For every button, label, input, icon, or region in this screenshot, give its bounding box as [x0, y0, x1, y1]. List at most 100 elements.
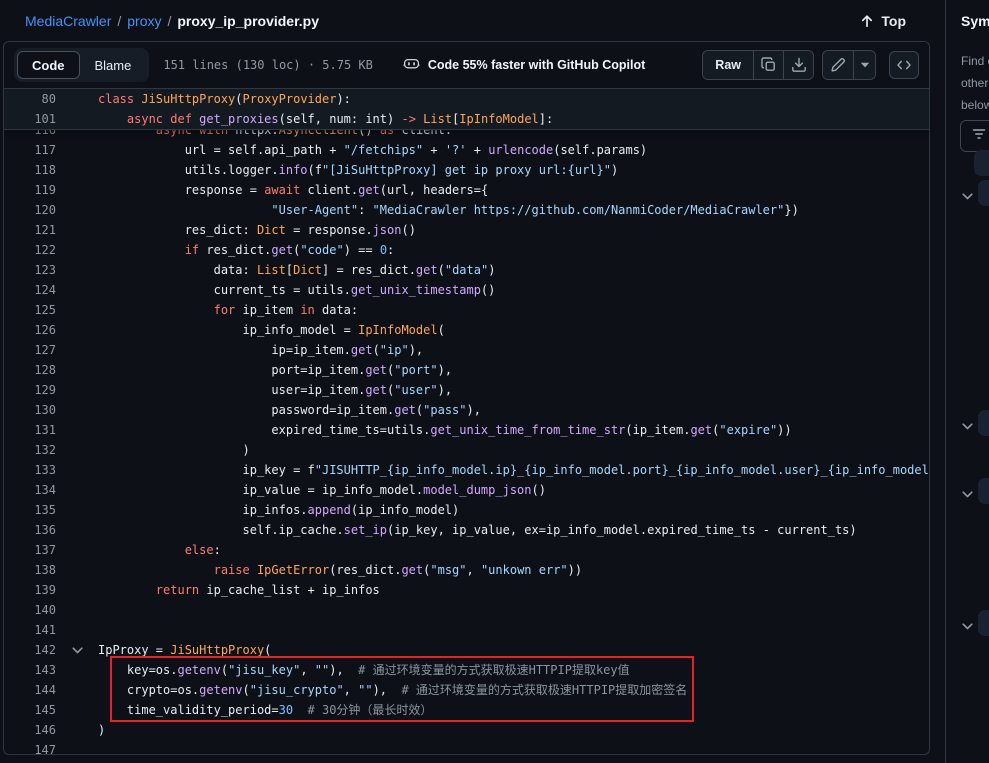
line-number[interactable]: 140 — [4, 600, 56, 620]
file-meta-text: 151 lines (130 loc) · 5.75 KB — [163, 58, 373, 72]
breadcrumb-repo-link[interactable]: MediaCrawler — [25, 13, 111, 29]
code-line: 120 "User-Agent": "MediaCrawler https://… — [4, 200, 929, 220]
gutter-spacer — [56, 540, 98, 560]
gutter-spacer — [56, 260, 98, 280]
code-blame-switcher: Code Blame — [14, 48, 149, 82]
code-line: 80 class JiSuHttpProxy(ProxyProvider): — [4, 89, 929, 109]
symbols-toggle-button[interactable] — [889, 51, 919, 79]
line-number[interactable]: 128 — [4, 360, 56, 380]
line-number[interactable]: 118 — [4, 160, 56, 180]
edit-file-button[interactable] — [823, 51, 853, 79]
download-raw-button[interactable] — [783, 51, 813, 79]
copilot-banner-link[interactable]: Code 55% faster with GitHub Copilot — [403, 56, 645, 75]
code-line: 146) — [4, 720, 929, 740]
line-number[interactable]: 122 — [4, 240, 56, 260]
scroll-to-top-button[interactable]: Top — [853, 9, 912, 33]
line-number[interactable]: 143 — [4, 660, 56, 680]
code-text: class JiSuHttpProxy(ProxyProvider): — [98, 89, 929, 109]
breadcrumb-dir-link[interactable]: proxy — [127, 13, 161, 29]
tab-code[interactable]: Code — [17, 51, 80, 79]
line-number[interactable]: 141 — [4, 620, 56, 640]
file-viewer: Code Blame 151 lines (130 loc) · 5.75 KB… — [3, 41, 930, 755]
symbol-tree-row[interactable] — [946, 610, 989, 636]
line-number[interactable]: 137 — [4, 540, 56, 560]
line-number[interactable]: 120 — [4, 200, 56, 220]
line-number[interactable]: 139 — [4, 580, 56, 600]
code-text: ip=ip_item.get("ip"), — [98, 340, 929, 360]
code-line: 140 — [4, 600, 929, 620]
line-number[interactable]: 119 — [4, 180, 56, 200]
file-toolbar: Code Blame 151 lines (130 loc) · 5.75 KB… — [4, 42, 929, 89]
line-number[interactable]: 126 — [4, 320, 56, 340]
code-line: 128 port=ip_item.get("port"), — [4, 360, 929, 380]
line-number[interactable]: 138 — [4, 560, 56, 580]
line-number[interactable]: 133 — [4, 460, 56, 480]
chevron-down-icon[interactable] — [962, 617, 973, 635]
gutter-spacer — [56, 200, 98, 220]
code-text — [98, 740, 929, 754]
copy-raw-button[interactable] — [753, 51, 783, 79]
code-text: res_dict: Dict = response.json() — [98, 220, 929, 240]
chevron-down-icon[interactable] — [962, 187, 973, 205]
line-number[interactable]: 125 — [4, 300, 56, 320]
line-number[interactable]: 127 — [4, 340, 56, 360]
line-number[interactable]: 145 — [4, 700, 56, 720]
breadcrumb: MediaCrawler/proxy/proxy_ip_provider.py — [25, 13, 319, 29]
line-number[interactable]: 131 — [4, 420, 56, 440]
symbol-tree-row[interactable] — [946, 150, 989, 176]
gutter-spacer — [56, 520, 98, 540]
gutter-spacer — [56, 600, 98, 620]
line-number[interactable]: 134 — [4, 480, 56, 500]
code-line: 141 — [4, 620, 929, 640]
code-line: 133 ip_key = f"JISUHTTP_{ip_info_model.i… — [4, 460, 929, 480]
code-line: 119 response = await client.get(url, hea… — [4, 180, 929, 200]
line-number[interactable]: 101 — [4, 109, 56, 129]
gutter-spacer — [56, 220, 98, 240]
line-number[interactable]: 130 — [4, 400, 56, 420]
line-number[interactable]: 142 — [4, 640, 56, 660]
code-line: 135 ip_infos.append(ip_info_model) — [4, 500, 929, 520]
gutter-spacer — [56, 360, 98, 380]
line-number[interactable]: 132 — [4, 440, 56, 460]
code-text: ip_key = f"JISUHTTP_{ip_info_model.ip}_{… — [98, 460, 929, 480]
symbol-tree-row[interactable] — [946, 478, 989, 504]
edit-dropdown-button[interactable] — [853, 51, 875, 79]
code-text: ip_infos.append(ip_info_model) — [98, 500, 929, 520]
code-text: ip_value = ip_info_model.model_dump_json… — [98, 480, 929, 500]
code-line: 124 current_ts = utils.get_unix_timestam… — [4, 280, 929, 300]
symbol-item-placeholder — [978, 180, 989, 206]
line-number[interactable]: 123 — [4, 260, 56, 280]
symbols-filter-input[interactable] — [960, 120, 989, 152]
line-number[interactable]: 121 — [4, 220, 56, 240]
symbol-tree-row[interactable] — [946, 180, 989, 206]
line-number[interactable]: 80 — [4, 89, 56, 109]
gutter-spacer — [56, 340, 98, 360]
code-text: port=ip_item.get("port"), — [98, 360, 929, 380]
gutter-spacer — [56, 720, 98, 740]
line-number[interactable]: 144 — [4, 680, 56, 700]
gutter-spacer — [56, 300, 98, 320]
line-number[interactable]: 117 — [4, 140, 56, 160]
symbol-tree-row[interactable] — [946, 410, 989, 436]
line-number[interactable]: 146 — [4, 720, 56, 740]
line-number[interactable]: 135 — [4, 500, 56, 520]
raw-button[interactable]: Raw — [703, 51, 753, 79]
code-line: 143 key=os.getenv("jisu_key", ""), # 通过环… — [4, 660, 929, 680]
chevron-down-icon[interactable] — [962, 485, 973, 503]
line-number[interactable]: 124 — [4, 280, 56, 300]
collapse-chevron-icon[interactable] — [56, 640, 98, 660]
code-text: else: — [98, 540, 929, 560]
gutter-spacer — [56, 109, 98, 129]
gutter-spacer — [56, 620, 98, 640]
line-number[interactable]: 129 — [4, 380, 56, 400]
symbols-panel: Symbols Find definitions and references … — [946, 0, 989, 763]
code-lines: 116 async with httpx.AsyncClient() as cl… — [4, 89, 929, 754]
breadcrumb-separator: / — [167, 13, 171, 29]
line-number[interactable]: 147 — [4, 740, 56, 754]
chevron-down-icon[interactable] — [962, 417, 973, 435]
line-number[interactable]: 136 — [4, 520, 56, 540]
code-line: 138 raise IpGetError(res_dict.get("msg",… — [4, 560, 929, 580]
code-text: user=ip_item.get("user"), — [98, 380, 929, 400]
tab-blame[interactable]: Blame — [80, 51, 147, 79]
code-text: password=ip_item.get("pass"), — [98, 400, 929, 420]
